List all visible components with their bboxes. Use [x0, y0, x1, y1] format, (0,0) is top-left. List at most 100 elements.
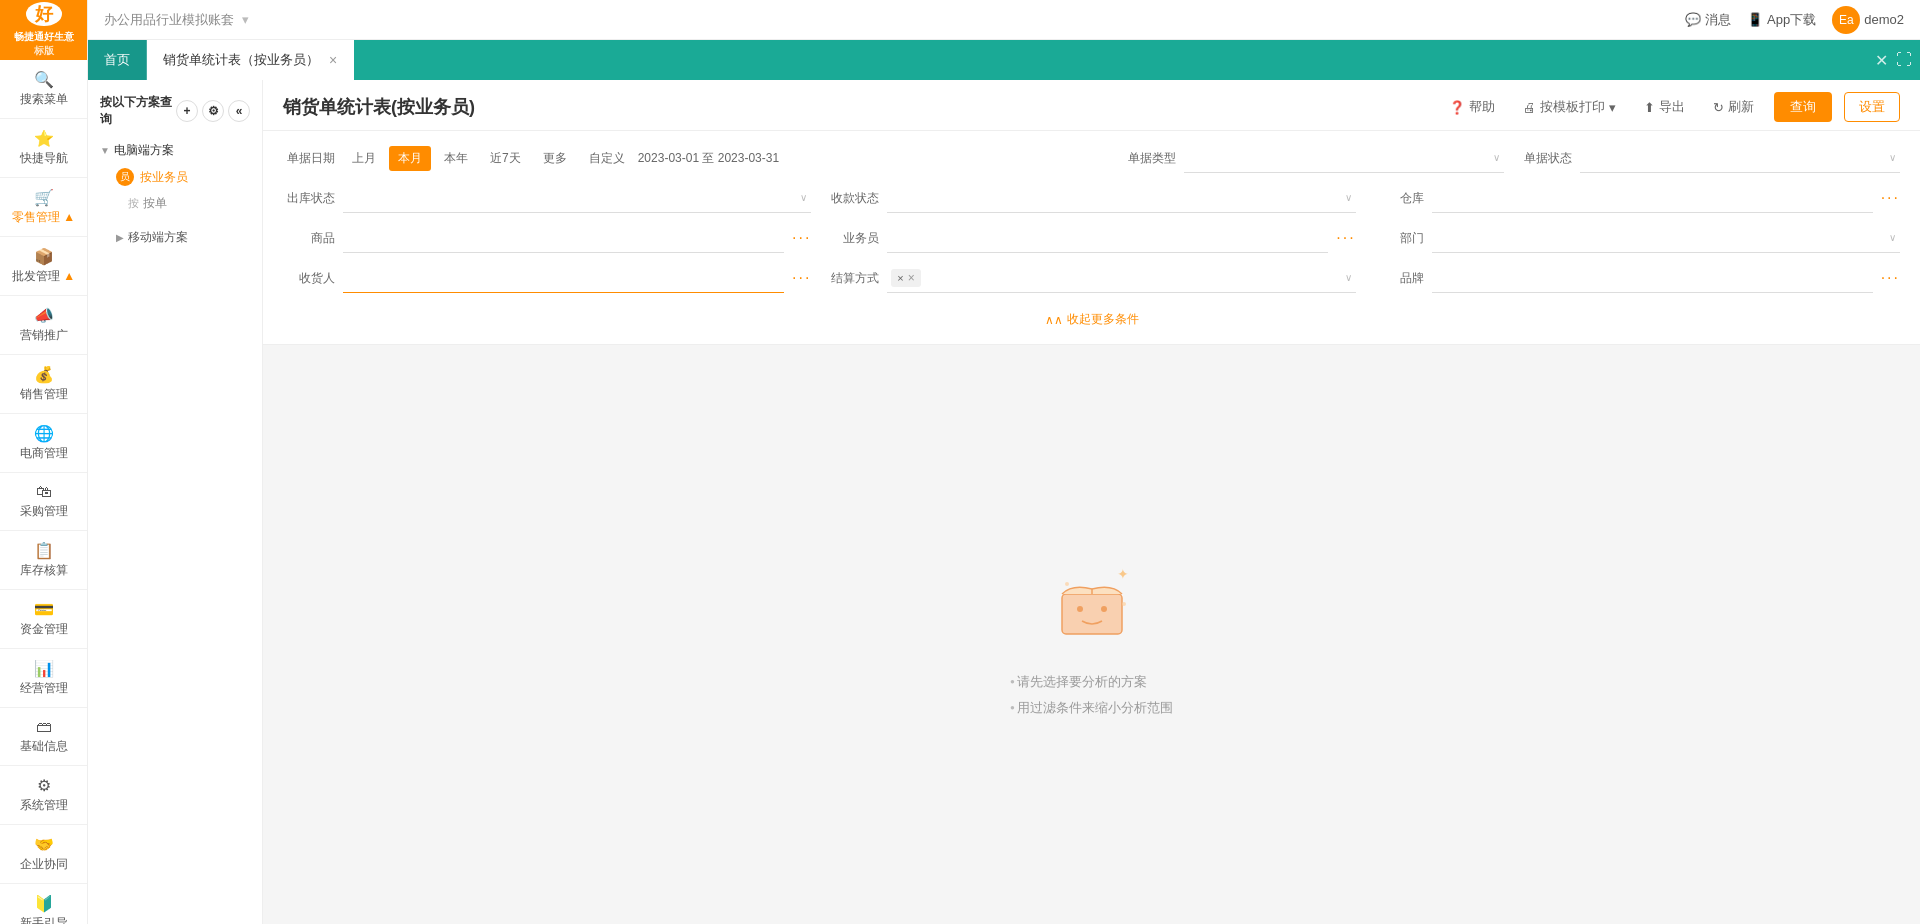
- newbie-icon: 🔰: [4, 894, 83, 913]
- export-btn[interactable]: ⬆ 导出: [1636, 94, 1693, 120]
- sidebar-item-purchase-label: 采购管理: [20, 504, 68, 518]
- operations-icon: 📊: [4, 659, 83, 678]
- left-panel: 按以下方案查询 + ⚙ « ▼ 电脑端方案: [88, 80, 263, 924]
- app-subtitle: 标版: [34, 44, 54, 58]
- consignee-picker-btn[interactable]: ···: [792, 269, 811, 287]
- settings-icon: ⚙: [208, 104, 219, 118]
- basic-info-icon: 🗃: [4, 718, 83, 736]
- sidebar-item-operations[interactable]: 📊 经营管理: [0, 649, 87, 708]
- sidebar-item-finance[interactable]: 💳 资金管理: [0, 590, 87, 649]
- doc-type-dropdown-icon: ∨: [1493, 152, 1500, 163]
- breadcrumb-dropdown-icon[interactable]: ▾: [242, 12, 249, 27]
- receipt-status-select[interactable]: ∨: [887, 183, 1355, 213]
- sidebar-item-search-label: 搜索菜单: [20, 92, 68, 106]
- tab-report[interactable]: 销货单统计表（按业务员） ×: [147, 40, 354, 80]
- filter-area: 单据日期 上月 本月 本年 近7天: [263, 131, 1920, 345]
- right-content: 销货单统计表(按业务员) ❓ 帮助 🖨 按模板打印 ▾ ⬆ 导出: [263, 80, 1920, 924]
- sidebar-item-purchase[interactable]: 🛍 采购管理: [0, 473, 87, 531]
- date-btn-this-month[interactable]: 本月: [389, 146, 431, 171]
- doc-status-select[interactable]: ∨: [1580, 143, 1900, 173]
- sidebar-item-system-label: 系统管理: [20, 798, 68, 812]
- payment-method-dropdown-icon: ∨: [1345, 272, 1352, 283]
- user-profile[interactable]: Ea demo2: [1832, 6, 1904, 34]
- tab-maximize-btn[interactable]: ⛶: [1896, 51, 1912, 69]
- add-scheme-btn[interactable]: +: [176, 100, 198, 122]
- collapse-more-conditions-btn[interactable]: ∧∧ 收起更多条件: [1045, 307, 1139, 332]
- sidebar-item-inventory[interactable]: 📋 库存核算: [0, 531, 87, 590]
- dept-select[interactable]: ∨: [1432, 223, 1900, 253]
- sidebar-item-ecommerce[interactable]: 🌐 电商管理: [0, 414, 87, 473]
- page-header: 销货单统计表(按业务员) ❓ 帮助 🖨 按模板打印 ▾ ⬆ 导出: [263, 80, 1920, 131]
- scheme-item-by-salesperson[interactable]: 员 按业务员: [88, 163, 262, 191]
- settings-label: 设置: [1859, 98, 1885, 116]
- tab-close-icon[interactable]: ×: [329, 52, 337, 68]
- date-btn-last-7-days[interactable]: 近7天: [481, 146, 530, 171]
- payment-method-badge: × ×: [891, 269, 920, 287]
- data-area: ✦ 请先选择要分析的方案 用过滤条件来缩小分析范围: [263, 345, 1920, 924]
- filter-warehouse: 仓库 ···: [1372, 183, 1900, 213]
- app-download-button[interactable]: 📱 App下载: [1747, 11, 1816, 29]
- system-icon: ⚙: [4, 776, 83, 795]
- refresh-btn[interactable]: ↻ 刷新: [1705, 94, 1762, 120]
- svg-point-2: [1077, 606, 1083, 612]
- edit-scheme-btn[interactable]: ⚙: [202, 100, 224, 122]
- doc-type-select[interactable]: ∨: [1184, 143, 1504, 173]
- sidebar-item-marketing[interactable]: 📣 营销推广: [0, 296, 87, 355]
- tab-home[interactable]: 首页: [88, 40, 147, 80]
- date-btn-more[interactable]: 更多: [534, 146, 576, 171]
- tab-close-window-btn[interactable]: ✕: [1875, 51, 1888, 70]
- query-btn[interactable]: 查询: [1774, 92, 1832, 122]
- date-btn-last-month[interactable]: 上月: [343, 146, 385, 171]
- svg-point-6: [1122, 602, 1126, 606]
- sidebar-item-newbie[interactable]: 🔰 新手引导: [0, 884, 87, 924]
- out-status-select[interactable]: ∨: [343, 183, 811, 213]
- salesperson-picker-btn[interactable]: ···: [1336, 229, 1355, 247]
- scheme-group-mobile-title[interactable]: ▶ 移动端方案: [88, 224, 262, 251]
- help-label: 帮助: [1469, 98, 1495, 116]
- sidebar-item-sales[interactable]: 💰 销售管理: [0, 355, 87, 414]
- sidebar-item-system[interactable]: ⚙ 系统管理: [0, 766, 87, 825]
- sidebar-item-enterprise[interactable]: 🤝 企业协同: [0, 825, 87, 884]
- warehouse-input[interactable]: [1432, 183, 1873, 213]
- payment-method-label: 结算方式: [827, 270, 879, 287]
- doc-status-label: 单据状态: [1520, 150, 1572, 167]
- scheme-group-desktop-title[interactable]: ▼ 电脑端方案: [88, 138, 262, 163]
- help-btn[interactable]: ❓ 帮助: [1441, 94, 1503, 120]
- salesperson-input[interactable]: [887, 223, 1328, 253]
- goods-input[interactable]: [343, 223, 784, 253]
- sidebar-item-search[interactable]: 🔍 搜索菜单: [0, 60, 87, 119]
- sidebar-item-retail[interactable]: 🛒 零售管理 ▲: [0, 178, 87, 237]
- content-area: 按以下方案查询 + ⚙ « ▼ 电脑端方案: [88, 80, 1920, 924]
- sidebar-item-basic-info[interactable]: 🗃 基础信息: [0, 708, 87, 766]
- brand-picker-btn[interactable]: ···: [1881, 269, 1900, 287]
- retail-icon: 🛒: [4, 188, 83, 207]
- scheme-order-icon: 按: [128, 196, 139, 211]
- message-button[interactable]: 💬 消息: [1685, 11, 1731, 29]
- sidebar-item-wholesale[interactable]: 📦 批发管理 ▲: [0, 237, 87, 296]
- sidebar-item-operations-label: 经营管理: [20, 681, 68, 695]
- tabbar: 首页 销货单统计表（按业务员） × ✕ ⛶: [88, 40, 1920, 80]
- scheme-item-by-salesperson-label: 按业务员: [140, 169, 188, 186]
- filter-doc-type: 单据类型 ∨: [1124, 143, 1504, 173]
- scheme-item-by-order[interactable]: 按 按单: [88, 191, 262, 216]
- sidebar-item-quick-nav[interactable]: ⭐ 快捷导航: [0, 119, 87, 178]
- settings-btn[interactable]: 设置: [1844, 92, 1900, 122]
- page-title: 销货单统计表(按业务员): [283, 95, 475, 119]
- warehouse-picker-btn[interactable]: ···: [1881, 189, 1900, 207]
- brand-input[interactable]: [1432, 263, 1873, 293]
- collapse-panel-btn[interactable]: «: [228, 100, 250, 122]
- payment-method-clear-btn[interactable]: ×: [908, 271, 915, 285]
- print-label: 按模板打印: [1540, 98, 1605, 116]
- print-btn[interactable]: 🖨 按模板打印 ▾: [1515, 94, 1624, 120]
- date-btn-custom[interactable]: 自定义: [580, 146, 634, 171]
- consignee-input[interactable]: [343, 263, 784, 293]
- date-btn-this-year[interactable]: 本年: [435, 146, 477, 171]
- filter-row-3: 商品 ··· 业务员 ··· 部门 ∨: [283, 223, 1900, 253]
- payment-method-select[interactable]: × × ∨: [887, 263, 1355, 293]
- collapse-label: 收起更多条件: [1067, 311, 1139, 328]
- breadcrumb: 办公用品行业模拟账套: [104, 11, 234, 29]
- panel-actions: + ⚙ «: [176, 100, 250, 122]
- goods-picker-btn[interactable]: ···: [792, 229, 811, 247]
- query-label: 查询: [1790, 98, 1816, 116]
- collapse-left-icon: «: [236, 104, 243, 118]
